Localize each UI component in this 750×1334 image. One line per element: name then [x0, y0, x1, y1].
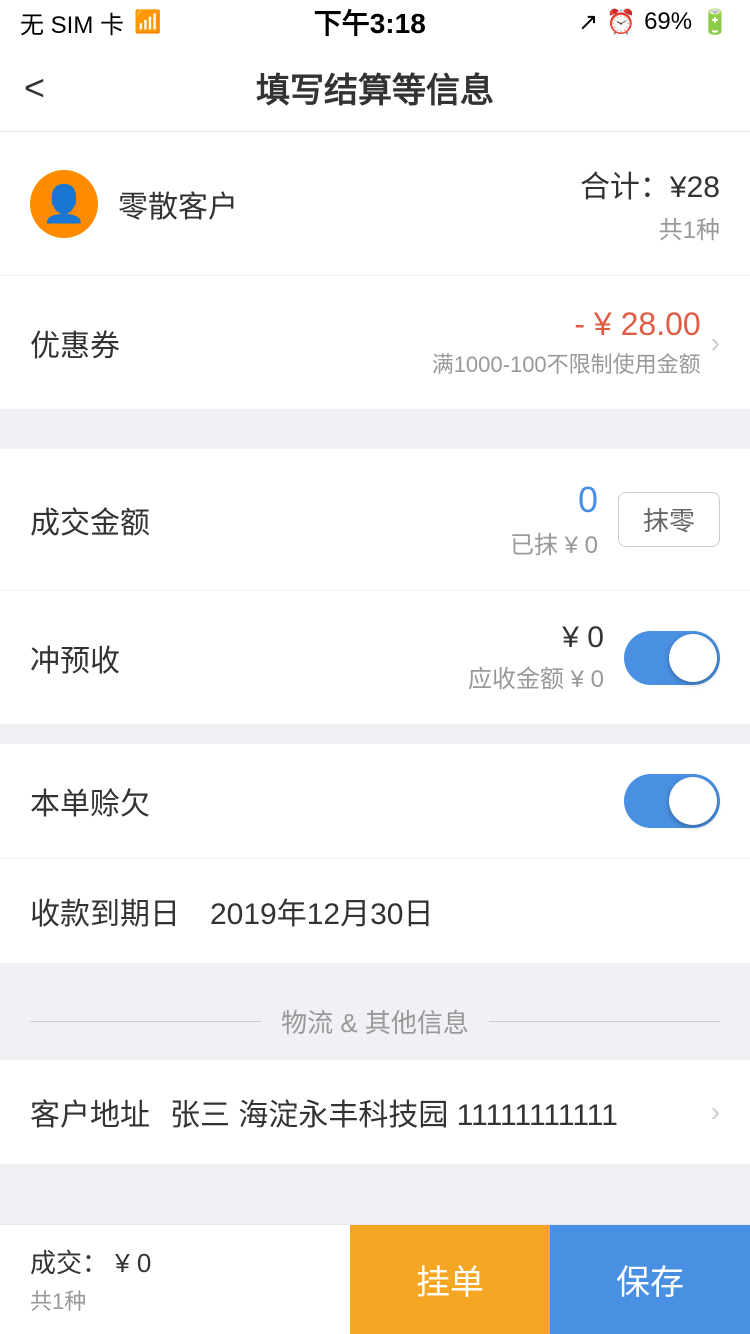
amount-label: 成交金额 — [30, 498, 150, 542]
coupon-row[interactable]: 优惠券 - ¥ 28.00 满1000-100不限制使用金额 › — [0, 275, 750, 409]
customer-count: 共1种 — [580, 210, 720, 245]
divider-1 — [0, 429, 750, 449]
page-title: 填写结算等信息 — [256, 63, 494, 112]
back-button[interactable]: < — [24, 67, 45, 109]
avatar-icon: 👤 — [42, 183, 87, 225]
amount-row: 成交金额 0 已抹 ¥ 0 抹零 — [0, 449, 750, 590]
avatar: 👤 — [30, 170, 98, 238]
wifi-icon: 📶 — [134, 9, 161, 35]
credit-label: 本单赊欠 — [30, 779, 150, 823]
credit-toggle[interactable] — [624, 774, 720, 828]
pre-sub: 应收金额 ¥ 0 — [468, 659, 604, 694]
due-value[interactable]: 2019年12月30日 — [210, 889, 433, 933]
amount-value-wrap: 0 已抹 ¥ 0 — [510, 479, 598, 560]
bottom-bar: 成交： ¥ 0 共1种 挂单 保存 — [0, 1224, 750, 1334]
credit-toggle-knob — [669, 777, 717, 825]
hang-button[interactable]: 挂单 — [350, 1225, 550, 1334]
address-row[interactable]: 客户地址 张三 海淀永丰科技园 11111111111 › — [0, 1060, 750, 1164]
save-button[interactable]: 保存 — [550, 1225, 750, 1334]
amount-right: 0 已抹 ¥ 0 抹零 — [510, 479, 720, 560]
pre-amount-wrap: ¥ 0 应收金额 ¥ 0 — [468, 621, 604, 694]
coupon-info: - ¥ 28.00 满1000-100不限制使用金额 — [432, 306, 701, 379]
logistics-line-left — [30, 1021, 261, 1022]
status-time: 下午3:18 — [314, 2, 426, 42]
pre-amount: ¥ 0 — [468, 621, 604, 655]
pre-right: ¥ 0 应收金额 ¥ 0 — [468, 621, 720, 694]
customer-card: 👤 零散客户 合计：¥28 共1种 优惠券 - ¥ 28.00 满1000-10… — [0, 132, 750, 409]
customer-right: 合计：¥28 共1种 — [580, 162, 720, 245]
alarm-icon: ⏰ — [606, 8, 636, 37]
due-row: 收款到期日 2019年12月30日 — [0, 858, 750, 963]
nav-bar: < 填写结算等信息 — [0, 44, 750, 132]
bottom-deal-label: 成交： ¥ 0 — [30, 1243, 320, 1280]
credit-card: 本单赊欠 收款到期日 2019年12月30日 — [0, 744, 750, 963]
address-card: 客户地址 张三 海淀永丰科技园 11111111111 › — [0, 1060, 750, 1164]
address-label: 客户地址 — [30, 1090, 150, 1134]
content: 👤 零散客户 合计：¥28 共1种 优惠券 - ¥ 28.00 满1000-10… — [0, 132, 750, 1304]
amount-sub: 已抹 ¥ 0 — [510, 525, 598, 560]
coupon-right: - ¥ 28.00 满1000-100不限制使用金额 › — [432, 306, 720, 379]
address-value: 张三 海淀永丰科技园 11111111111 — [170, 1090, 711, 1134]
transaction-card: 成交金额 0 已抹 ¥ 0 抹零 冲预收 ¥ 0 应收金额 ¥ 0 — [0, 449, 750, 724]
pre-row: 冲预收 ¥ 0 应收金额 ¥ 0 — [0, 590, 750, 724]
location-icon: ↗ — [578, 8, 598, 37]
customer-total: 合计：¥28 — [580, 162, 720, 206]
battery-icon: 🔋 — [700, 8, 730, 37]
chevron-right-icon: › — [711, 327, 720, 359]
sim-label: 无 SIM 卡 — [20, 5, 124, 40]
customer-left: 👤 零散客户 — [30, 170, 238, 238]
amount-value[interactable]: 0 — [510, 479, 598, 521]
pre-label: 冲预收 — [30, 636, 120, 680]
logistics-text: 物流 & 其他信息 — [281, 1003, 469, 1040]
bottom-count-label: 共1种 — [30, 1284, 320, 1316]
logistics-section-header: 物流 & 其他信息 — [0, 983, 750, 1060]
coupon-label: 优惠券 — [30, 321, 120, 365]
bottom-left: 成交： ¥ 0 共1种 — [0, 1243, 350, 1316]
logistics-line-right — [489, 1021, 720, 1022]
coupon-amount: - ¥ 28.00 — [432, 306, 701, 343]
coupon-desc: 满1000-100不限制使用金额 — [432, 347, 701, 379]
status-left: 无 SIM 卡 📶 — [20, 5, 161, 40]
divider-2 — [0, 724, 750, 744]
round-button[interactable]: 抹零 — [618, 492, 720, 547]
due-label: 收款到期日 — [30, 889, 180, 933]
battery-label: 69% — [644, 8, 692, 36]
address-chevron-icon: › — [711, 1096, 720, 1128]
customer-row: 👤 零散客户 合计：¥28 共1种 — [0, 132, 750, 275]
status-bar: 无 SIM 卡 📶 下午3:18 ↗ ⏰ 69% 🔋 — [0, 0, 750, 44]
credit-row: 本单赊欠 — [0, 744, 750, 858]
pre-toggle[interactable] — [624, 631, 720, 685]
divider-3 — [0, 963, 750, 983]
customer-name: 零散客户 — [118, 182, 238, 226]
toggle-knob — [669, 634, 717, 682]
status-right: ↗ ⏰ 69% 🔋 — [578, 8, 730, 37]
